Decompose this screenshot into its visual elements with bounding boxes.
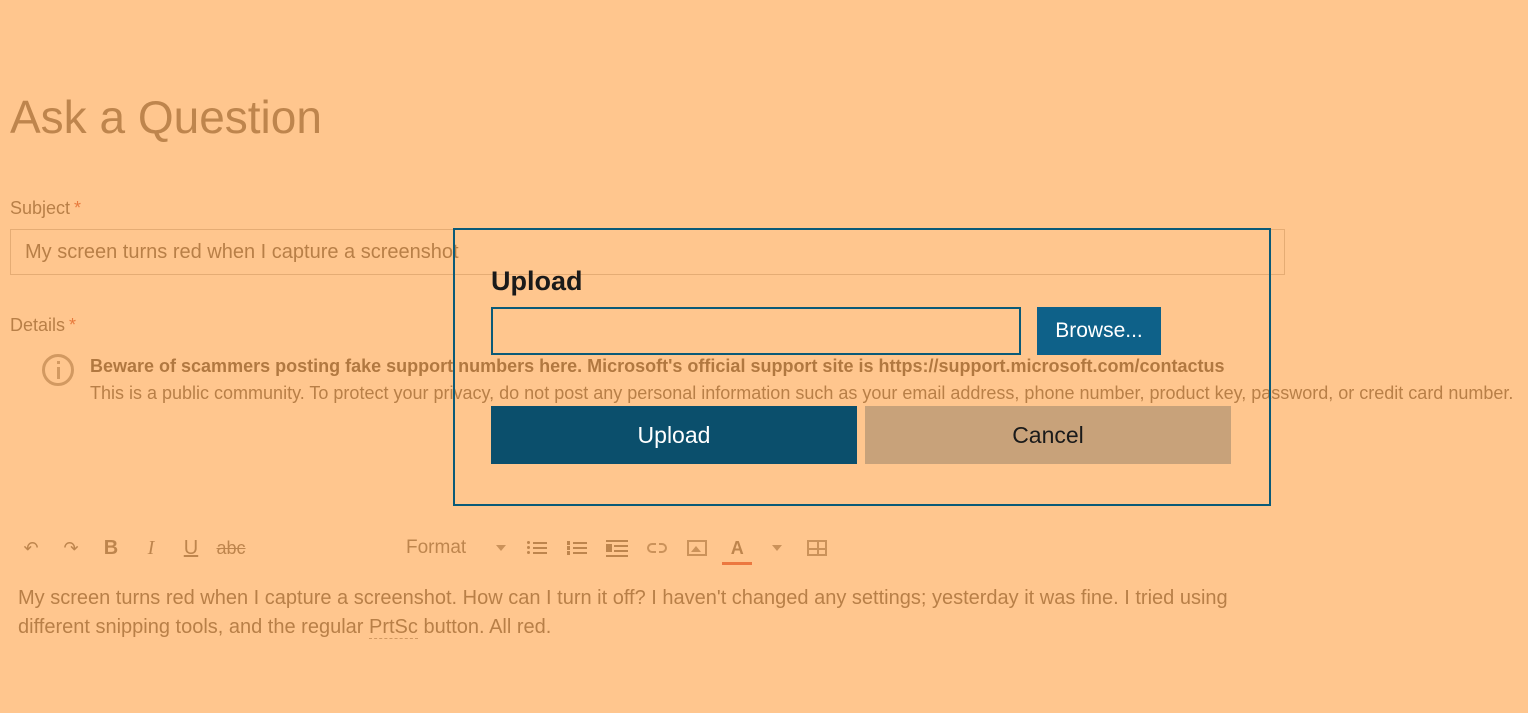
modal-title: Upload bbox=[491, 266, 1229, 297]
upload-button[interactable]: Upload bbox=[491, 406, 857, 464]
upload-modal: Upload Browse... Upload Cancel bbox=[453, 228, 1271, 506]
modal-actions: Upload Cancel bbox=[491, 406, 1231, 464]
file-path-input[interactable] bbox=[491, 307, 1021, 355]
cancel-button[interactable]: Cancel bbox=[865, 406, 1231, 464]
browse-button[interactable]: Browse... bbox=[1037, 307, 1161, 355]
upload-row: Browse... bbox=[491, 307, 1229, 355]
